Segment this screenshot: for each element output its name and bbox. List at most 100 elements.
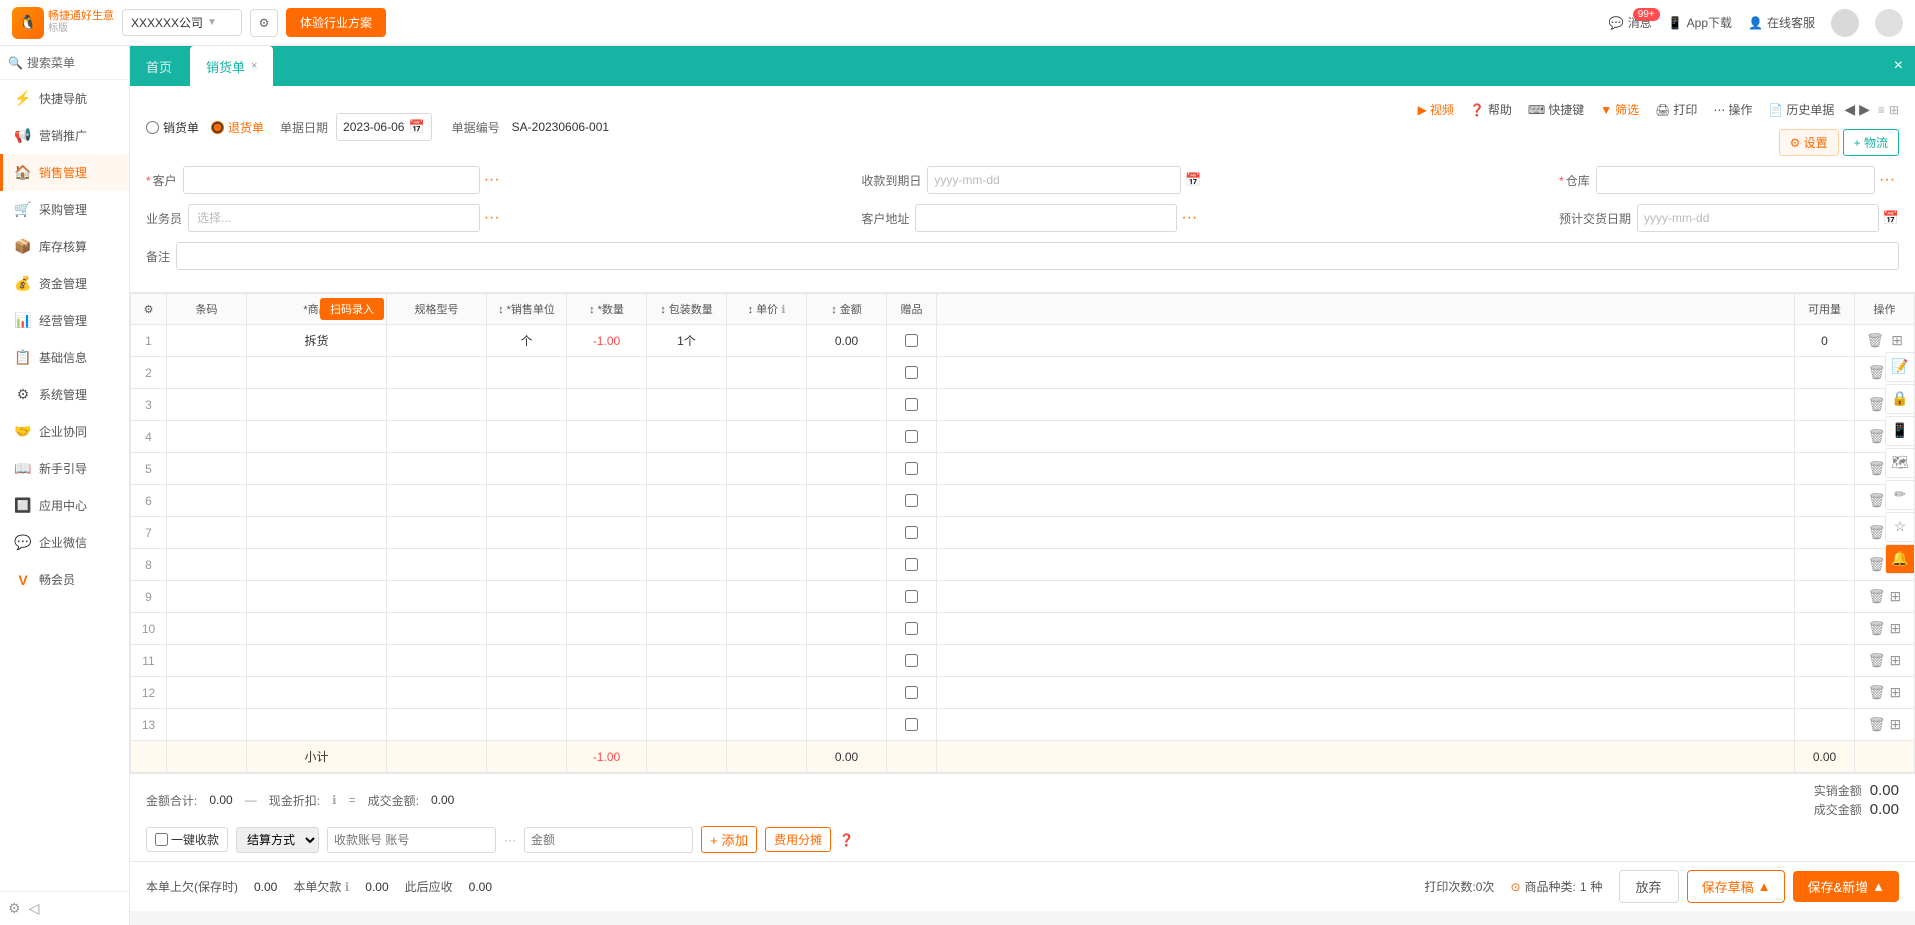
delete-icon[interactable]: 🗑 [1868,364,1886,380]
radio-sale[interactable]: 销货单 [146,119,199,136]
print-btn[interactable]: 🖨 打印 [1649,98,1703,121]
save-draft-btn[interactable]: 保存草稿 ▲ [1687,870,1786,903]
tab-close-icon[interactable]: × [251,60,257,72]
logistics-btn[interactable]: + 物流 [1843,129,1899,156]
debit-help-icon[interactable]: ℹ [345,880,350,894]
float-lock-btn[interactable]: 🔒 [1885,384,1915,414]
sidebar-item-appstore[interactable]: 🔲 应用中心 [0,487,129,524]
col-settings-icon[interactable]: ⚙ [144,304,154,316]
sidebar-item-marketing[interactable]: 📢 营销推广 [0,117,129,154]
shortcut-btn[interactable]: ⌨ 快捷键 [1522,98,1590,121]
collapse-icon[interactable]: ◁ [29,900,40,917]
cell-spec-1[interactable] [387,325,487,357]
sidebar-item-guide[interactable]: 📖 新手引导 [0,450,129,487]
copy-icon-1[interactable]: ⊞ [1891,332,1903,348]
delete-icon[interactable]: 🗑 [1868,588,1886,604]
warehouse-input[interactable]: 建材仓 [1596,166,1875,194]
payment-amount-input[interactable] [524,827,693,853]
grid-view-icon[interactable]: ⊞ [1889,103,1899,117]
help-btn[interactable]: ❓ 帮助 [1464,98,1518,121]
operation-btn[interactable]: ⋯ 操作 [1707,98,1758,121]
sidebar-item-sales[interactable]: 🏠 销售管理 [0,154,129,191]
delete-icon[interactable]: 🗑 [1868,492,1886,508]
list-view-icon[interactable]: ≡ [1878,103,1885,117]
customer-input[interactable] [183,166,480,194]
sidebar-item-inventory[interactable]: 📦 库存核算 [0,228,129,265]
price-info-icon[interactable]: ℹ [781,304,785,316]
tab-home[interactable]: 首页 [130,46,188,86]
salesperson-input[interactable] [188,204,480,232]
copy-icon[interactable]: ⊞ [1890,684,1902,700]
app-download-btn[interactable]: 📱 App下载 [1668,14,1732,31]
nav-next-icon[interactable]: ▶ [1859,101,1870,118]
float-edit-btn[interactable]: ✏ [1885,480,1915,510]
avatar[interactable] [1831,9,1859,37]
customer-dots-btn[interactable]: ··· [480,171,504,189]
delete-icon[interactable]: 🗑 [1868,524,1886,540]
delete-icon[interactable]: 🗑 [1868,684,1886,700]
tab-bar-close-icon[interactable]: × [1894,57,1915,75]
delete-icon[interactable]: 🗑 [1868,556,1886,572]
cell-unit-1[interactable]: 个 [487,325,567,357]
expected-date-cal-icon[interactable]: 📅 [1883,210,1899,226]
delete-icon[interactable]: 🗑 [1868,652,1886,668]
fee-split-btn[interactable]: 费用分摊 [765,827,831,852]
sidebar-item-system[interactable]: ⚙ 系统管理 [0,376,129,413]
calendar-icon[interactable]: 📅 [408,119,424,135]
cell-amount-1[interactable]: 0.00 [807,325,887,357]
delete-icon[interactable]: 🗑 [1868,460,1886,476]
cell-qty-1[interactable]: -1.00 [567,325,647,357]
doc-settings-btn[interactable]: ⚙ 设置 [1779,129,1839,156]
fee-help-icon[interactable]: ❓ [839,833,854,847]
settings-icon[interactable]: ⚙ [250,9,278,37]
float-star-btn[interactable]: ☆ [1885,512,1915,542]
sidebar-item-quick-nav[interactable]: ⚡ 快捷导航 [0,80,129,117]
cell-barcode-1[interactable] [167,325,247,357]
message-btn[interactable]: 💬 消息 99+ [1609,14,1652,31]
address-input[interactable] [915,204,1177,232]
add-payment-btn[interactable]: + 添加 [701,826,757,853]
col-header-settings[interactable]: ⚙ [131,294,167,325]
one-click-checkbox[interactable] [155,833,168,846]
warehouse-dots-btn[interactable]: ··· [1875,171,1899,189]
copy-icon[interactable]: ⊞ [1890,716,1902,732]
dots-icon[interactable]: ··· [504,833,516,847]
cell-product-1[interactable]: 拆货 [247,325,387,357]
due-date-cal-icon[interactable]: 📅 [1185,172,1201,188]
video-btn[interactable]: ▶ 视频 [1412,98,1460,121]
product-type[interactable]: ⊙ 商品种类: 1 种 [1510,878,1602,895]
copy-icon[interactable]: ⊞ [1890,652,1902,668]
delete-icon[interactable]: 🗑 [1868,396,1886,412]
sidebar-search[interactable]: 🔍 搜索菜单 [0,46,129,80]
scan-btn[interactable]: 扫码录入 [320,298,384,320]
expected-date-input[interactable]: yyyy-mm-dd [1637,204,1879,232]
delete-icon[interactable]: 🗑 [1868,428,1886,444]
avatar2[interactable] [1875,9,1903,37]
float-alert-btn[interactable]: 🔔 [1885,544,1915,574]
cell-price-1[interactable] [727,325,807,357]
float-map-btn[interactable]: 🗺 [1885,448,1915,478]
delete-icon[interactable]: 🗑 [1868,716,1886,732]
settings-bottom-icon[interactable]: ⚙ [8,900,21,917]
float-phone-btn[interactable]: 📱 [1885,416,1915,446]
online-service-btn[interactable]: 👤 在线客服 [1748,14,1815,31]
one-click-payment-btn[interactable]: 一键收款 [146,827,228,852]
due-date-input[interactable]: yyyy-mm-dd [927,166,1181,194]
doc-date-field[interactable]: 2023-06-06 📅 [336,113,432,141]
payment-method-select[interactable]: 结算方式 [236,827,319,853]
sidebar-item-purchase[interactable]: 🛒 采购管理 [0,191,129,228]
float-note-btn[interactable]: 📝 [1885,352,1915,382]
copy-icon[interactable]: ⊞ [1890,620,1902,636]
salesperson-dots-btn[interactable]: ··· [480,209,504,227]
nav-prev-icon[interactable]: ◀ [1844,101,1855,118]
cell-extra-1[interactable] [937,325,1795,357]
sidebar-item-finance[interactable]: 💰 资金管理 [0,265,129,302]
remark-input[interactable] [176,242,1899,270]
trial-button[interactable]: 体验行业方案 [286,8,386,37]
copy-icon[interactable]: ⊞ [1890,588,1902,604]
abandon-btn[interactable]: 放弃 [1619,870,1679,903]
company-selector[interactable]: XXXXXX公司 ▼ [122,9,242,36]
cell-pkg-1[interactable]: 1个 [647,325,727,357]
sidebar-item-basic[interactable]: 📋 基础信息 [0,339,129,376]
history-btn[interactable]: 📄 历史单据 [1762,98,1840,121]
